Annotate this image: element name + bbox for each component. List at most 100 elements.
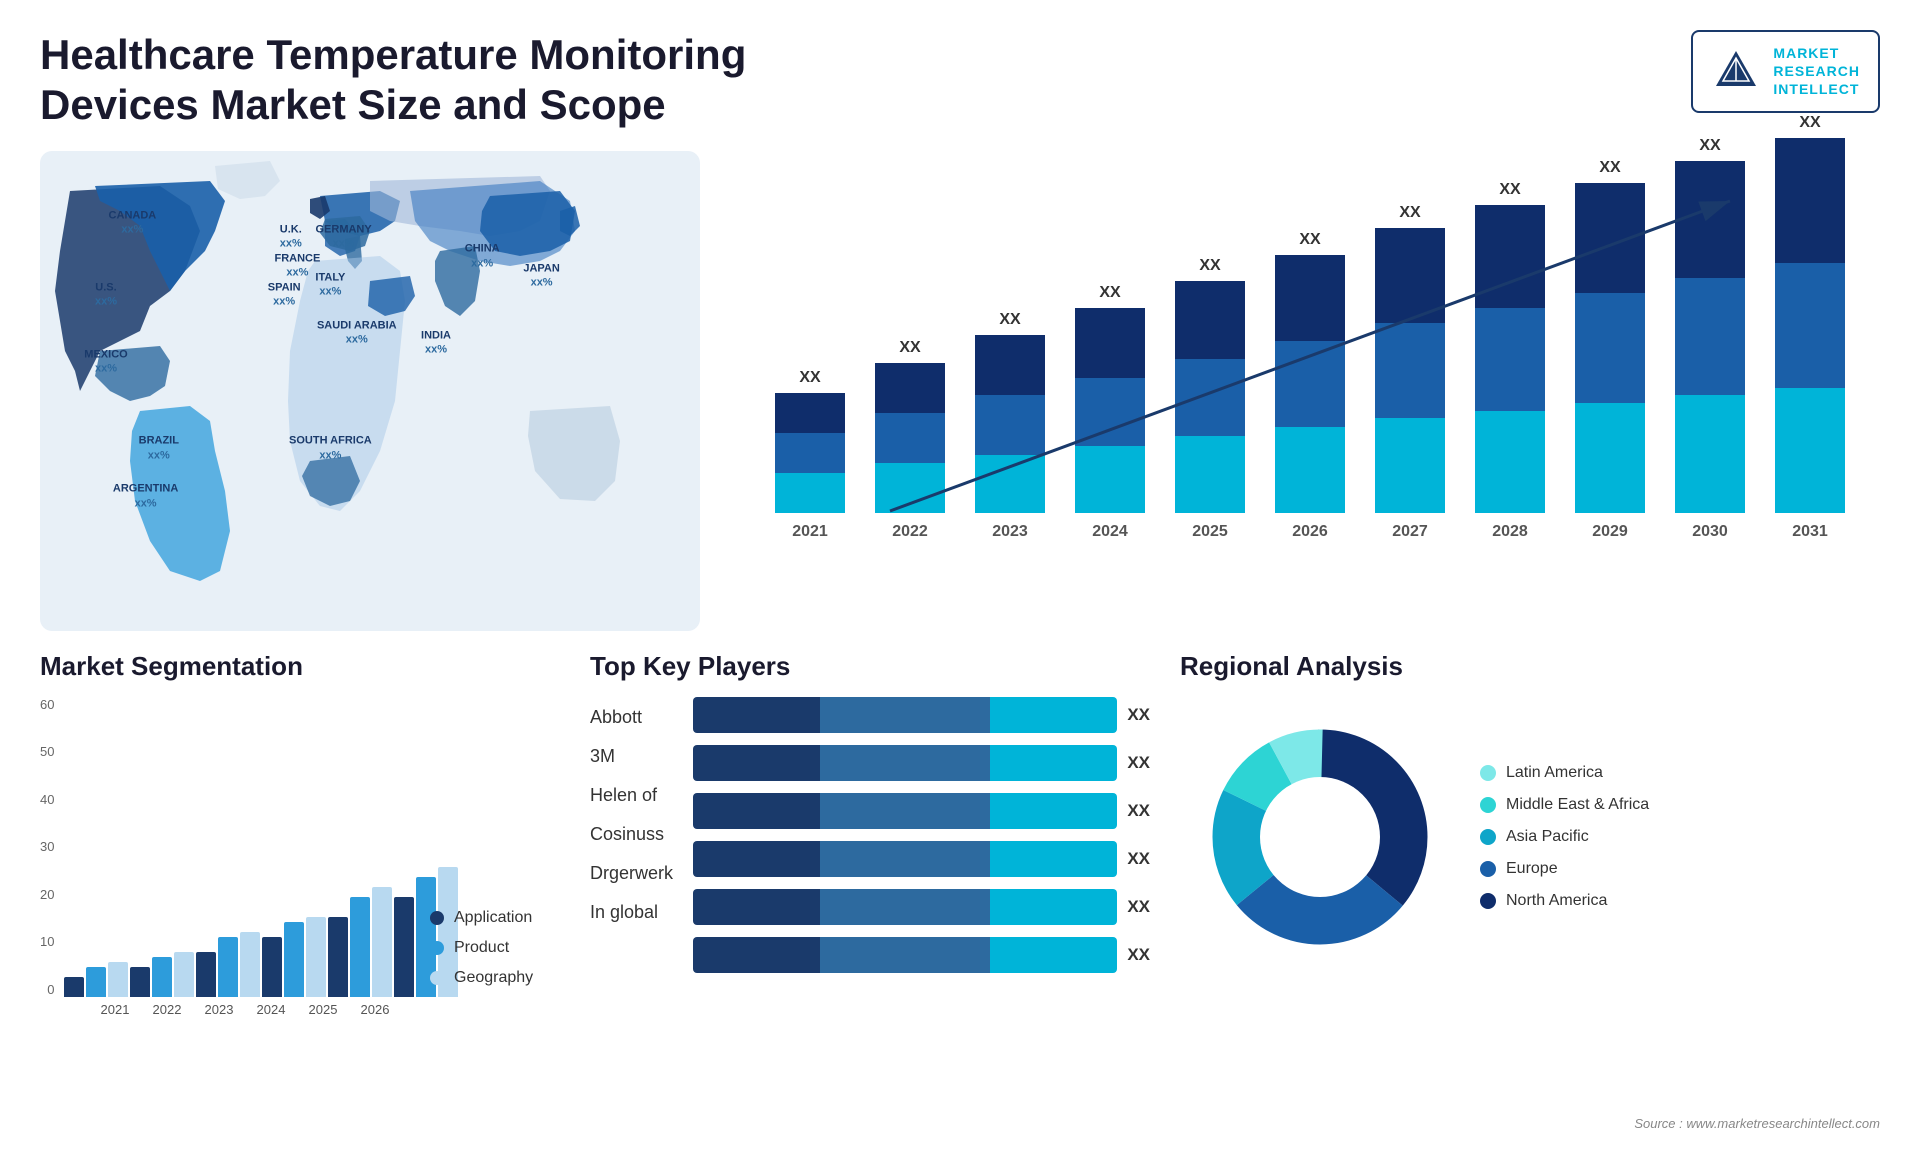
bottom-sections: Market Segmentation 60 50 40 30 20 10 0 (0, 631, 1920, 1171)
legend-item-application: Application (430, 909, 533, 927)
segmentation-title: Market Segmentation (40, 651, 560, 682)
player-bars-list: XX XX (693, 697, 1150, 973)
bar-group-2027: XX 2027 (1375, 204, 1445, 541)
header: Healthcare Temperature Monitoring Device… (0, 0, 1920, 151)
map-label-u.s.: U.S.xx% (95, 280, 117, 309)
y-axis: 60 50 40 30 20 10 0 (40, 697, 62, 997)
bar-group-2023: XX 2023 (975, 311, 1045, 541)
map-label-saudi-arabia: SAUDI ARABIAxx% (317, 319, 397, 348)
logo-icon (1711, 46, 1761, 96)
players-title: Top Key Players (590, 651, 1150, 682)
bar-year-2029: 2029 (1592, 523, 1628, 541)
bar-xx-2027: XX (1399, 204, 1420, 222)
seg-year-2023 (196, 932, 260, 997)
regional-legend-mea: Middle East & Africa (1480, 796, 1649, 814)
bar-group-2030: XX 2030 (1675, 137, 1745, 541)
player-bar-row-4: XX (693, 889, 1150, 925)
bar-year-2031: 2031 (1792, 523, 1828, 541)
player-name-2: Helen of (590, 785, 673, 806)
map-label-brazil: BRAZILxx% (139, 434, 179, 463)
map-label-india: INDIAxx% (421, 328, 451, 357)
bar-xx-2026: XX (1299, 231, 1320, 249)
bar-group-2022: XX 2022 (875, 339, 945, 541)
main-content: CANADAxx%U.S.xx%MEXICOxx%BRAZILxx%ARGENT… (0, 151, 1920, 631)
regional-dot-north-america (1480, 893, 1496, 909)
logo: MARKET RESEARCH INTELLECT (1691, 30, 1880, 113)
bar-group-2029: XX 2029 (1575, 159, 1645, 541)
map-label-japan: JAPANxx% (523, 261, 559, 290)
player-xx-1: XX (1127, 753, 1150, 773)
map-label-argentina: ARGENTINAxx% (113, 482, 178, 511)
bar-year-2027: 2027 (1392, 523, 1428, 541)
bar-year-2025: 2025 (1192, 523, 1228, 541)
regional-legend-north-america: North America (1480, 892, 1649, 910)
regional-dot-europe (1480, 861, 1496, 877)
map-label-south-africa: SOUTH AFRICAxx% (289, 434, 372, 463)
map-label-france: FRANCExx% (274, 252, 320, 281)
player-bar-bg-0 (693, 697, 1117, 733)
bar-year-2023: 2023 (992, 523, 1028, 541)
regional-legend: Latin America Middle East & Africa Asia … (1480, 764, 1649, 910)
bar-group-2025: XX 2025 (1175, 257, 1245, 541)
map-labels: CANADAxx%U.S.xx%MEXICOxx%BRAZILxx%ARGENT… (40, 151, 700, 631)
logo-text: MARKET RESEARCH INTELLECT (1773, 44, 1860, 99)
source-text: Source : www.marketresearchintellect.com (1634, 1116, 1880, 1131)
legend-item-geography: Geography (430, 969, 533, 987)
bar-year-2026: 2026 (1292, 523, 1328, 541)
map-label-u.k.: U.K.xx% (280, 223, 302, 252)
player-bar-row-0: XX (693, 697, 1150, 733)
player-xx-0: XX (1127, 705, 1150, 725)
player-name-5: In global (590, 902, 673, 923)
regional-legend-europe: Europe (1480, 860, 1649, 878)
bar-xx-2028: XX (1499, 181, 1520, 199)
regional-dot-latin-america (1480, 765, 1496, 781)
regional-section: Regional Analysis (1180, 651, 1880, 1151)
bar-year-2030: 2030 (1692, 523, 1728, 541)
player-bar-bg-3 (693, 841, 1117, 877)
donut-chart (1180, 697, 1460, 977)
map-label-italy: ITALYxx% (315, 271, 345, 300)
regional-dot-mea (1480, 797, 1496, 813)
seg-chart-area: 60 50 40 30 20 10 0 (40, 697, 560, 1017)
segmentation-section: Market Segmentation 60 50 40 30 20 10 0 (40, 651, 560, 1151)
player-bar-row-5: XX (693, 937, 1150, 973)
regional-legend-latin-america: Latin America (1480, 764, 1649, 782)
bar-xx-2022: XX (899, 339, 920, 357)
seg-year-2024 (262, 917, 326, 997)
regional-legend-asia-pacific: Asia Pacific (1480, 828, 1649, 846)
player-bar-bg-4 (693, 889, 1117, 925)
player-xx-3: XX (1127, 849, 1150, 869)
regional-title: Regional Analysis (1180, 651, 1880, 682)
player-xx-4: XX (1127, 897, 1150, 917)
bar-xx-2031: XX (1799, 114, 1820, 132)
player-bar-bg-2 (693, 793, 1117, 829)
bar-xx-2023: XX (999, 311, 1020, 329)
player-xx-2: XX (1127, 801, 1150, 821)
regional-content: Latin America Middle East & Africa Asia … (1180, 697, 1880, 977)
bar-group-2031: XX 2031 (1775, 114, 1845, 541)
map-label-spain: SPAINxx% (268, 280, 301, 309)
bar-xx-2024: XX (1099, 284, 1120, 302)
bar-group-2028: XX 2028 (1475, 181, 1545, 541)
bar-xx-2029: XX (1599, 159, 1620, 177)
regional-dot-asia-pacific (1480, 829, 1496, 845)
player-xx-5: XX (1127, 945, 1150, 965)
legend-item-product: Product (430, 939, 533, 957)
bar-chart-section: XX 2021 XX 2022 XX (720, 151, 1880, 631)
seg-year-2025 (328, 887, 392, 997)
bar-year-2022: 2022 (892, 523, 928, 541)
player-name-4: Drgerwerk (590, 863, 673, 884)
player-name-0: Abbott (590, 707, 673, 728)
player-bar-bg-5 (693, 937, 1117, 973)
map-label-germany: GERMANYxx% (315, 223, 371, 252)
seg-legend: Application Product Geography (420, 909, 533, 1017)
seg-year-2021 (64, 962, 128, 997)
page-title: Healthcare Temperature Monitoring Device… (40, 30, 790, 131)
players-content: Abbott 3M Helen of Cosinuss Drgerwerk In… (590, 697, 1150, 973)
map-label-mexico: MEXICOxx% (84, 348, 127, 377)
legend-dot-product (430, 941, 444, 955)
player-bar-row-3: XX (693, 841, 1150, 877)
player-bar-row-1: XX (693, 745, 1150, 781)
player-bar-bg-1 (693, 745, 1117, 781)
seg-year-2022 (130, 952, 194, 997)
